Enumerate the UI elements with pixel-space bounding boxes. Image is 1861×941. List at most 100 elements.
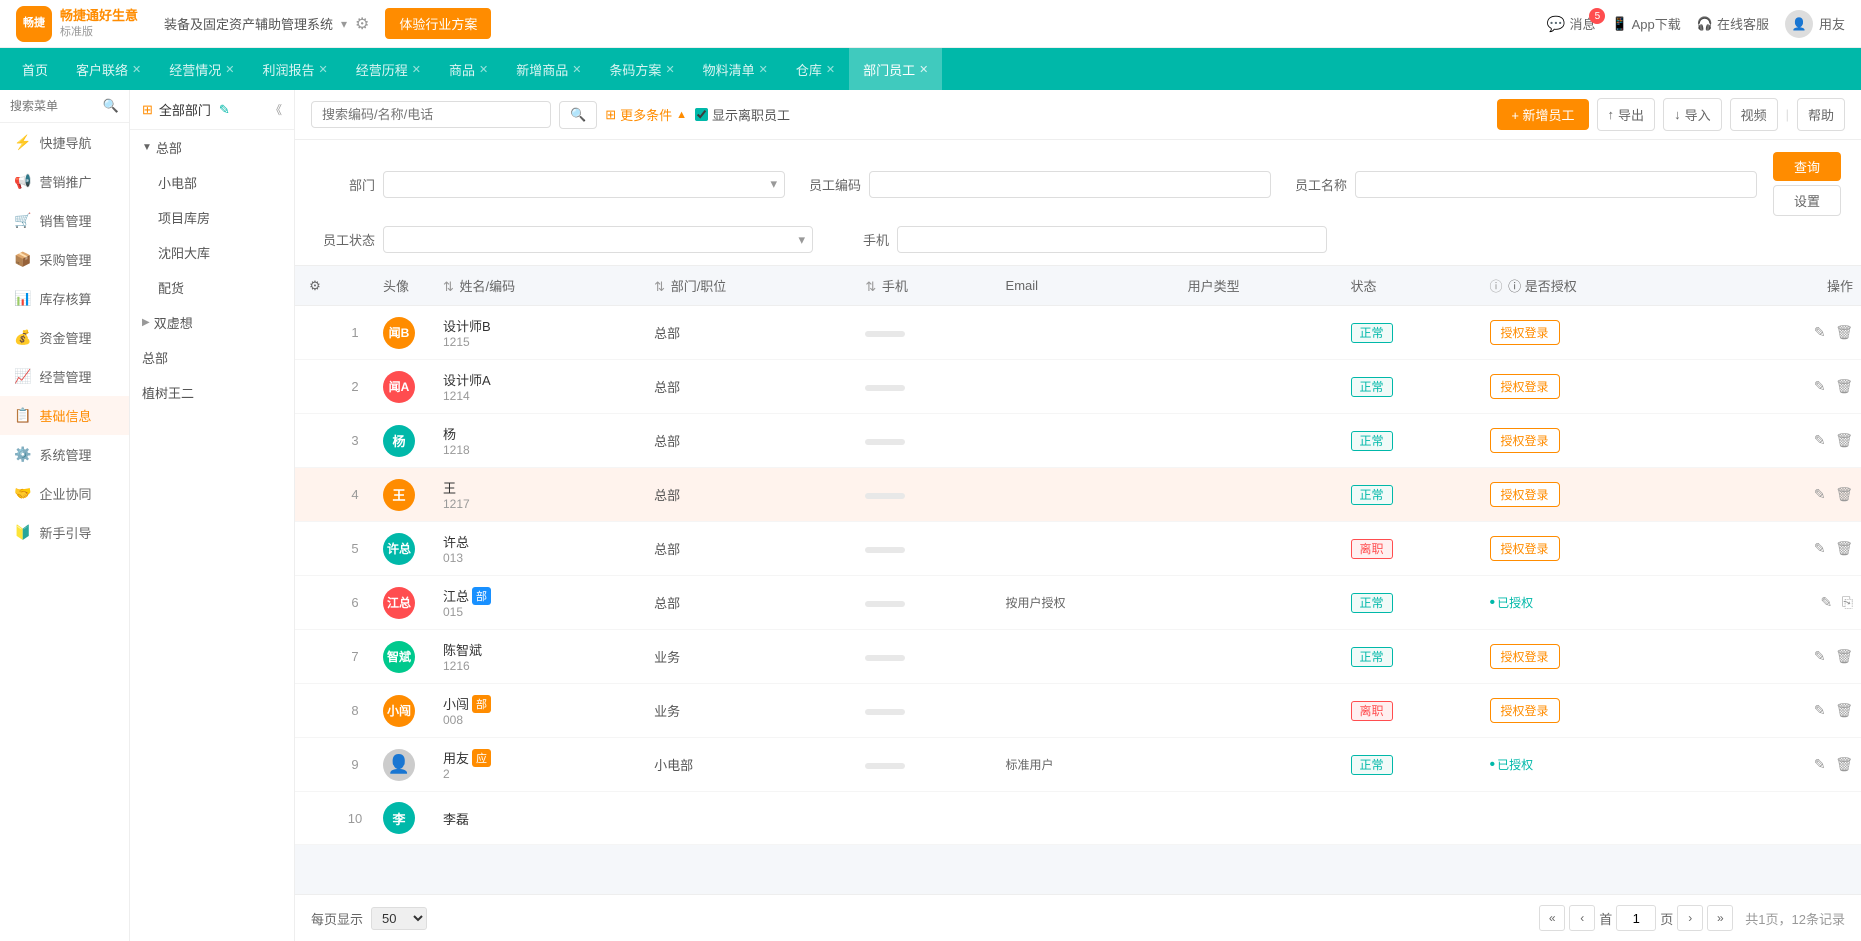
auth-button[interactable]: 授权登录	[1490, 698, 1560, 723]
close-icon[interactable]: ✕	[665, 63, 674, 76]
delete-btn[interactable]: 🗑	[1835, 540, 1853, 556]
show-resigned-label[interactable]: 显示离职员工	[695, 105, 790, 124]
search-btn[interactable]: 查询	[1773, 152, 1841, 181]
tab-employee[interactable]: 部门员工 ✕	[849, 48, 942, 90]
auth-button[interactable]: 授权登录	[1490, 428, 1560, 453]
sidebar-item-inventory[interactable]: 📊 库存核算	[0, 279, 129, 318]
sidebar-item-operation[interactable]: 📈 经营管理	[0, 357, 129, 396]
per-page-select[interactable]: 10 20 50 100	[371, 907, 427, 930]
close-icon[interactable]: ✕	[759, 63, 768, 76]
search-input[interactable]	[311, 101, 551, 128]
filter-more-btn[interactable]: ⊞ 更多条件 ▲	[605, 105, 687, 124]
show-resigned-checkbox[interactable]	[695, 108, 708, 121]
close-icon[interactable]: ✕	[412, 63, 421, 76]
close-icon[interactable]: ✕	[225, 63, 234, 76]
tree-node-shuangxu[interactable]: ▶ 双虚想	[130, 305, 294, 340]
edit-btn[interactable]: ✎	[1814, 486, 1826, 502]
close-icon[interactable]: ✕	[479, 63, 488, 76]
col-name-code[interactable]: ⇅ 姓名/编码	[435, 266, 646, 306]
sidebar-item-cooperation[interactable]: 🤝 企业协同	[0, 474, 129, 513]
auth-button[interactable]: 授权登录	[1490, 536, 1560, 561]
sidebar-item-system[interactable]: ⚙️ 系统管理	[0, 435, 129, 474]
export-button[interactable]: ↑ 导出	[1597, 98, 1656, 131]
sidebar-item-marketing[interactable]: 📢 营销推广	[0, 162, 129, 201]
phone-input[interactable]	[897, 226, 1327, 253]
edit-btn[interactable]: ✎	[1814, 324, 1826, 340]
dept-select[interactable]	[383, 171, 785, 198]
sidebar-item-purchase[interactable]: 📦 采购管理	[0, 240, 129, 279]
edit-btn[interactable]: ✎	[1820, 594, 1832, 610]
emp-name-input[interactable]	[1355, 171, 1757, 198]
page-input[interactable]	[1616, 905, 1656, 931]
tree-node-zhishu[interactable]: 植树王二	[130, 375, 294, 410]
auth-button[interactable]: 授权登录	[1490, 320, 1560, 345]
delete-btn[interactable]: 🗑	[1835, 702, 1853, 718]
sidebar-item-quick-nav[interactable]: ⚡ 快捷导航	[0, 123, 129, 162]
delete-btn[interactable]: 🗑	[1835, 378, 1853, 394]
tree-node-shenyang[interactable]: 沈阳大库	[130, 235, 294, 270]
tree-node-zongbu2[interactable]: 总部	[130, 340, 294, 375]
emp-status-select[interactable]	[383, 226, 813, 253]
service-btn[interactable]: 🎧 在线客服	[1697, 14, 1769, 33]
close-icon[interactable]: ✕	[319, 63, 328, 76]
search-button[interactable]: 🔍	[559, 101, 597, 129]
copy-btn[interactable]: ⎘	[1842, 594, 1853, 610]
tab-profit[interactable]: 利润报告 ✕	[248, 48, 341, 90]
close-icon[interactable]: ✕	[572, 63, 581, 76]
help-button[interactable]: 帮助	[1797, 98, 1845, 131]
emp-code-input[interactable]	[869, 171, 1271, 198]
tab-warehouse[interactable]: 仓库 ✕	[782, 48, 849, 90]
close-icon[interactable]: ✕	[826, 63, 835, 76]
prev-page-btn[interactable]: ‹	[1569, 905, 1595, 931]
view-button[interactable]: 视频	[1730, 98, 1778, 131]
col-dept[interactable]: ⇅ 部门/职位	[646, 266, 857, 306]
tree-node-xiaodian[interactable]: 小电部	[130, 165, 294, 200]
tab-bom[interactable]: 物料清单 ✕	[689, 48, 782, 90]
edit-icon[interactable]: ✎	[219, 102, 230, 118]
sidebar-item-basic[interactable]: 📋 基础信息	[0, 396, 129, 435]
tab-home[interactable]: 首页	[8, 48, 62, 90]
tab-operation-status[interactable]: 经营情况 ✕	[155, 48, 248, 90]
tab-history[interactable]: 经营历程 ✕	[342, 48, 435, 90]
delete-btn[interactable]: 🗑	[1835, 324, 1853, 340]
tab-barcode[interactable]: 条码方案 ✕	[595, 48, 688, 90]
edit-btn[interactable]: ✎	[1814, 702, 1826, 718]
tree-node-xiangmu[interactable]: 项目库房	[130, 200, 294, 235]
edit-btn[interactable]: ✎	[1814, 432, 1826, 448]
collapse-btn[interactable]: 《	[270, 101, 282, 118]
tree-node-peihuo[interactable]: 配货	[130, 270, 294, 305]
sidebar-item-sales[interactable]: 🛒 销售管理	[0, 201, 129, 240]
sidebar-search-input[interactable]	[10, 99, 99, 113]
import-button[interactable]: ↓ 导入	[1663, 98, 1722, 131]
delete-btn[interactable]: 🗑	[1835, 486, 1853, 502]
add-employee-button[interactable]: + 新增员工	[1497, 99, 1588, 130]
auth-button[interactable]: 授权登录	[1490, 644, 1560, 669]
settings-icon[interactable]: ⚙	[309, 278, 321, 293]
next-page-btn[interactable]: ›	[1677, 905, 1703, 931]
col-phone[interactable]: ⇅ 手机	[857, 266, 997, 306]
tab-customer[interactable]: 客户联络 ✕	[62, 48, 155, 90]
user-btn[interactable]: 👤 用友	[1785, 10, 1845, 38]
auth-button[interactable]: 授权登录	[1490, 482, 1560, 507]
sidebar-item-guide[interactable]: 🔰 新手引导	[0, 513, 129, 552]
delete-btn[interactable]: 🗑	[1835, 432, 1853, 448]
tab-add-goods[interactable]: 新增商品 ✕	[502, 48, 595, 90]
sidebar-item-finance[interactable]: 💰 资金管理	[0, 318, 129, 357]
close-icon[interactable]: ✕	[132, 63, 141, 76]
tab-goods[interactable]: 商品 ✕	[435, 48, 502, 90]
last-page-btn[interactable]: »	[1707, 905, 1733, 931]
tree-node-zongbu[interactable]: ▼ 总部	[130, 130, 294, 165]
first-page-btn[interactable]: «	[1539, 905, 1565, 931]
delete-btn[interactable]: 🗑	[1835, 648, 1853, 664]
edit-btn[interactable]: ✎	[1814, 648, 1826, 664]
trial-button[interactable]: 体验行业方案	[385, 8, 491, 39]
auth-button[interactable]: 授权登录	[1490, 374, 1560, 399]
settings-btn[interactable]: 设置	[1773, 185, 1841, 216]
edit-btn[interactable]: ✎	[1814, 378, 1826, 394]
edit-btn[interactable]: ✎	[1814, 756, 1826, 772]
edit-btn[interactable]: ✎	[1814, 540, 1826, 556]
app-download-btn[interactable]: 📱 App下载	[1611, 14, 1680, 33]
close-icon[interactable]: ✕	[919, 63, 928, 76]
delete-btn[interactable]: 🗑	[1835, 756, 1853, 772]
gear-icon[interactable]: ⚙	[355, 14, 369, 34]
